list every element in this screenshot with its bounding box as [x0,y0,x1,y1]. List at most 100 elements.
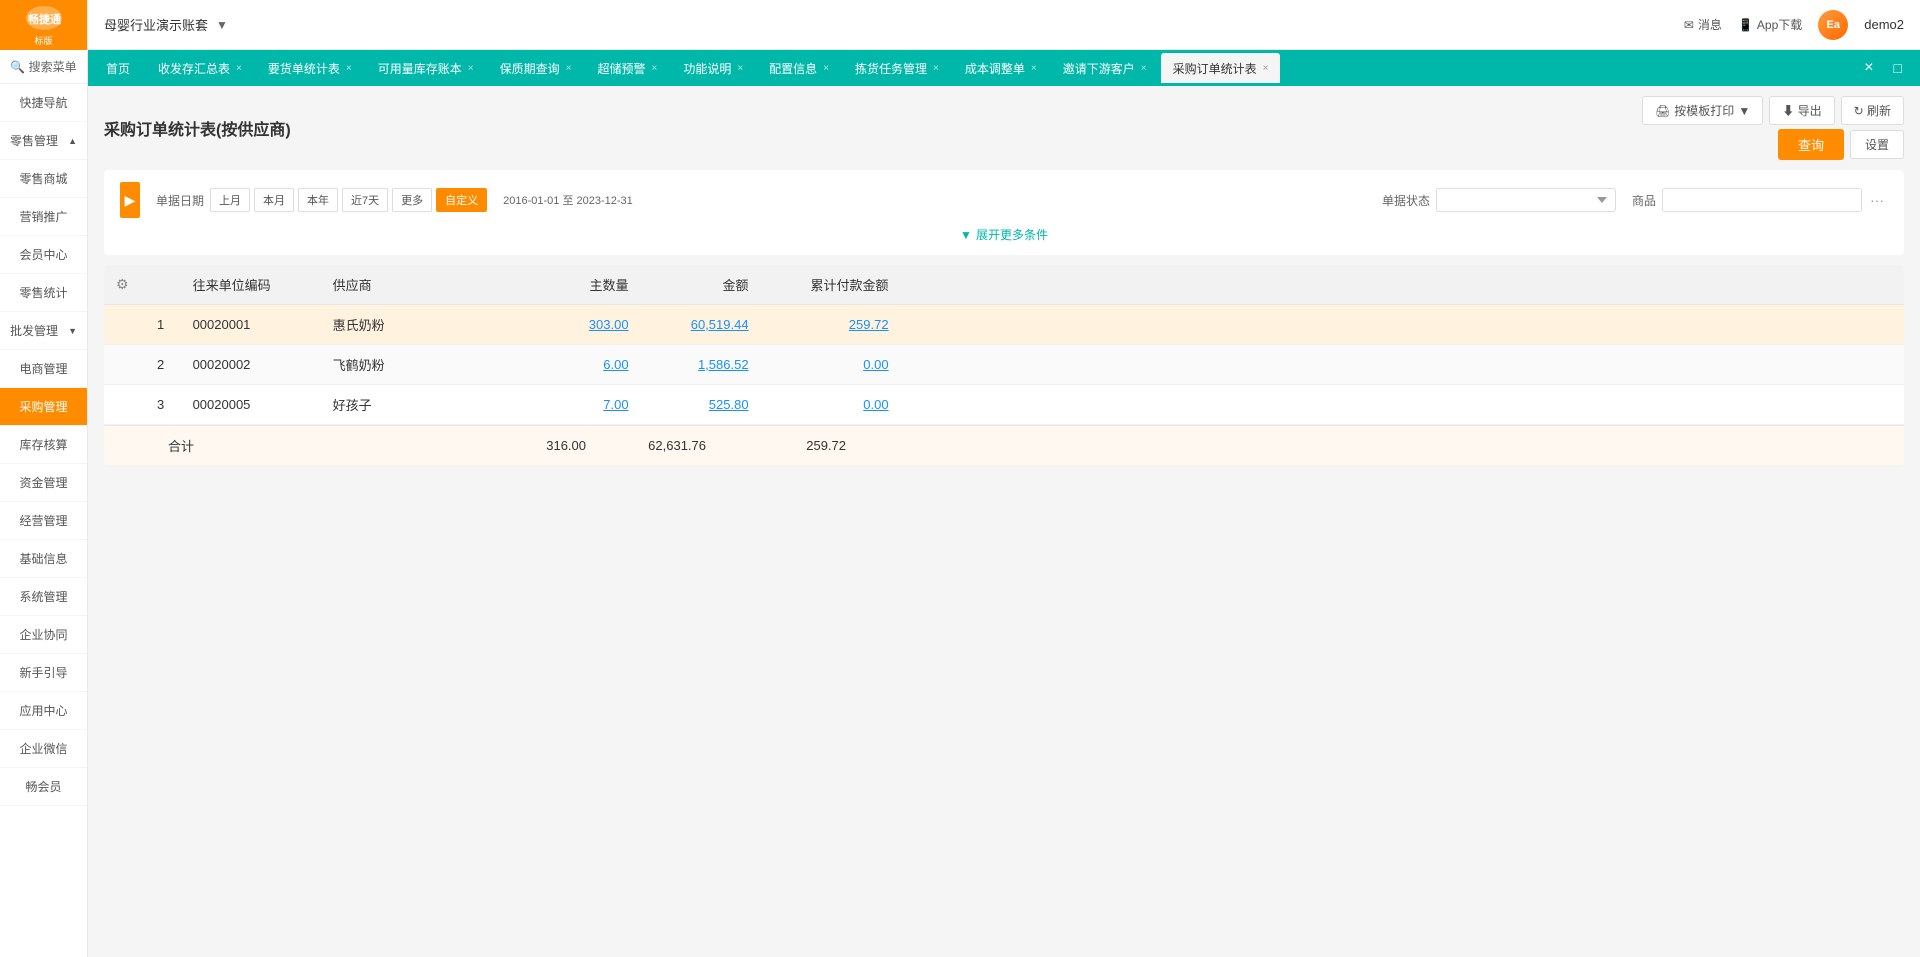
purchase-order-table: ⚙ 往来单位编码 供应商 主数量 金额 [104,265,1904,425]
sidebar-item-newbie[interactable]: 新手引导 [0,654,87,692]
svg-text:畅捷通: 畅捷通 [28,12,61,26]
basic-info-label: 基础信息 [19,550,67,567]
username[interactable]: demo2 [1864,17,1904,32]
qty-link[interactable]: 6.00 [603,357,628,372]
row-settings-cell [104,305,141,345]
tab-home[interactable]: 首页 [92,53,144,83]
avatar[interactable]: Ea [1818,10,1848,40]
close-icon-stock[interactable]: × [236,63,242,74]
paid-link[interactable]: 0.00 [863,397,888,412]
sidebar-item-member[interactable]: 畅会员 [0,768,87,806]
close-icon-func[interactable]: × [737,63,743,74]
sidebar-item-collab[interactable]: 企业协同 [0,616,87,654]
custom-date-btn[interactable]: 自定义 [436,188,487,212]
sidebar-item-quick-nav[interactable]: 快捷导航 [0,84,87,122]
member-center-label: 会员中心 [19,246,67,263]
tab-stock-summary[interactable]: 收发存汇总表 × [146,53,254,83]
message-button[interactable]: ✉ 消息 [1684,16,1722,33]
newbie-label: 新手引导 [19,664,67,681]
filter-date-item: 单据日期 上月 本月 本年 近7天 更多 自定义 [156,188,487,212]
expand-more-btn[interactable]: ▼ 展开更多条件 [960,226,1048,243]
table-row: 3 00020005 好孩子 7.00 525.80 0.00 [104,385,1904,425]
sidebar-item-retail-store[interactable]: 零售商城 [0,160,87,198]
goods-input[interactable] [1662,188,1862,212]
table-settings-icon[interactable]: ⚙ [116,276,129,292]
goods-dots-button[interactable]: ··· [1866,190,1888,210]
message-icon: ✉ [1684,18,1694,32]
sidebar-item-retail-mgmt[interactable]: 零售管理 ▲ [0,122,87,160]
goods-input-group: ··· [1662,188,1888,212]
filter-row: ▶ 单据日期 上月 本月 本年 近7天 更多 自定义 2016-01-01 至 … [120,182,1888,218]
tab-picking[interactable]: 拣货任务管理 × [843,53,951,83]
sidebar-item-basic-info[interactable]: 基础信息 [0,540,87,578]
close-icon-order[interactable]: × [346,63,352,74]
tab-config[interactable]: 配置信息 × [757,53,841,83]
sidebar-item-finance[interactable]: 资金管理 [0,464,87,502]
this-year-btn[interactable]: 本年 [298,188,338,212]
export-button[interactable]: ⬇ 导出 [1769,96,1834,125]
amount-link[interactable]: 1,586.52 [698,357,749,372]
sidebar-item-ecommerce[interactable]: 电商管理 [0,350,87,388]
close-icon-invite[interactable]: × [1141,63,1147,74]
row-index-cell: 1 [141,305,181,345]
page-header-actions: 🖨 按模板打印 ▼ ⬇ 导出 ↻ 刷新 查询 [1642,96,1904,160]
nav-tabs-controls: × □ [1858,57,1916,79]
close-icon-expiry[interactable]: × [566,63,572,74]
sidebar-item-marketing[interactable]: 营销推广 [0,198,87,236]
close-tab-button[interactable]: × [1858,57,1879,79]
workspace-dropdown[interactable]: ▼ [216,18,228,32]
actions-row2: 查询 设置 [1778,129,1904,160]
app-download-button[interactable]: 📱 App下载 [1738,16,1802,33]
sidebar-search[interactable]: 🔍 搜索菜单 [0,50,87,84]
qty-link[interactable]: 7.00 [603,397,628,412]
tab-expiry-label: 保质期查询 [500,60,560,77]
maximize-tab-button[interactable]: □ [1888,58,1908,78]
tab-cost-adj[interactable]: 成本调整单 × [953,53,1049,83]
sidebar-item-wholesale-mgmt[interactable]: 批发管理 ▼ [0,312,87,350]
tab-function-desc[interactable]: 功能说明 × [671,53,755,83]
sidebar-item-purchase[interactable]: 采购管理 [0,388,87,426]
amount-link[interactable]: 525.80 [709,397,749,412]
refresh-button[interactable]: ↻ 刷新 [1841,96,1904,125]
sidebar-item-system[interactable]: 系统管理 [0,578,87,616]
7days-btn[interactable]: 近7天 [342,188,388,212]
close-icon-cost[interactable]: × [1031,63,1037,74]
tab-expiry[interactable]: 保质期查询 × [488,53,584,83]
paid-link[interactable]: 259.72 [849,317,889,332]
settings-button[interactable]: 设置 [1850,130,1904,159]
close-icon-purchase-stats[interactable]: × [1263,63,1269,74]
row-settings-cell [104,345,141,385]
sidebar-item-enterprise-wechat[interactable]: 企业微信 [0,730,87,768]
status-select[interactable] [1436,188,1616,212]
close-icon-picking[interactable]: × [933,63,939,74]
more-date-btn[interactable]: 更多 [392,188,432,212]
close-icon-config[interactable]: × [823,63,829,74]
prev-month-btn[interactable]: 上月 [210,188,250,212]
sidebar-item-member-center[interactable]: 会员中心 [0,236,87,274]
row-extra-cell [901,385,1904,425]
col-qty-label: 主数量 [590,278,629,293]
query-button[interactable]: 查询 [1778,129,1844,160]
sidebar-item-app-center[interactable]: 应用中心 [0,692,87,730]
sidebar-item-retail-stats[interactable]: 零售统计 [0,274,87,312]
print-button[interactable]: 🖨 按模板打印 ▼ [1642,96,1763,125]
close-icon-avail[interactable]: × [468,63,474,74]
paid-link[interactable]: 0.00 [863,357,888,372]
tab-invite-downstream[interactable]: 邀请下游客户 × [1051,53,1159,83]
tab-available-inventory[interactable]: 可用量库存账本 × [366,53,486,83]
expand-down-icon: ▼ [960,228,972,242]
sidebar-item-operations[interactable]: 经营管理 [0,502,87,540]
app-download-label: App下载 [1757,16,1802,33]
this-month-btn[interactable]: 本月 [254,188,294,212]
toggle-filter-button[interactable]: ▶ [120,182,140,218]
tab-order-stats[interactable]: 要货单统计表 × [256,53,364,83]
tab-overstock[interactable]: 超储预警 × [585,53,669,83]
sidebar-item-inventory[interactable]: 库存核算 [0,426,87,464]
tab-purchase-order-stats[interactable]: 采购订单统计表 × [1161,53,1281,83]
qty-link[interactable]: 303.00 [589,317,629,332]
retail-mgmt-label: 零售管理 [10,132,58,149]
close-icon-overstock[interactable]: × [651,63,657,74]
page-content: 采购订单统计表(按供应商) 🖨 按模板打印 ▼ ⬇ 导出 ↻ 刷新 [88,86,1920,957]
amount-link[interactable]: 60,519.44 [691,317,749,332]
filter-area: ▶ 单据日期 上月 本月 本年 近7天 更多 自定义 2016-01-01 至 … [104,170,1904,255]
